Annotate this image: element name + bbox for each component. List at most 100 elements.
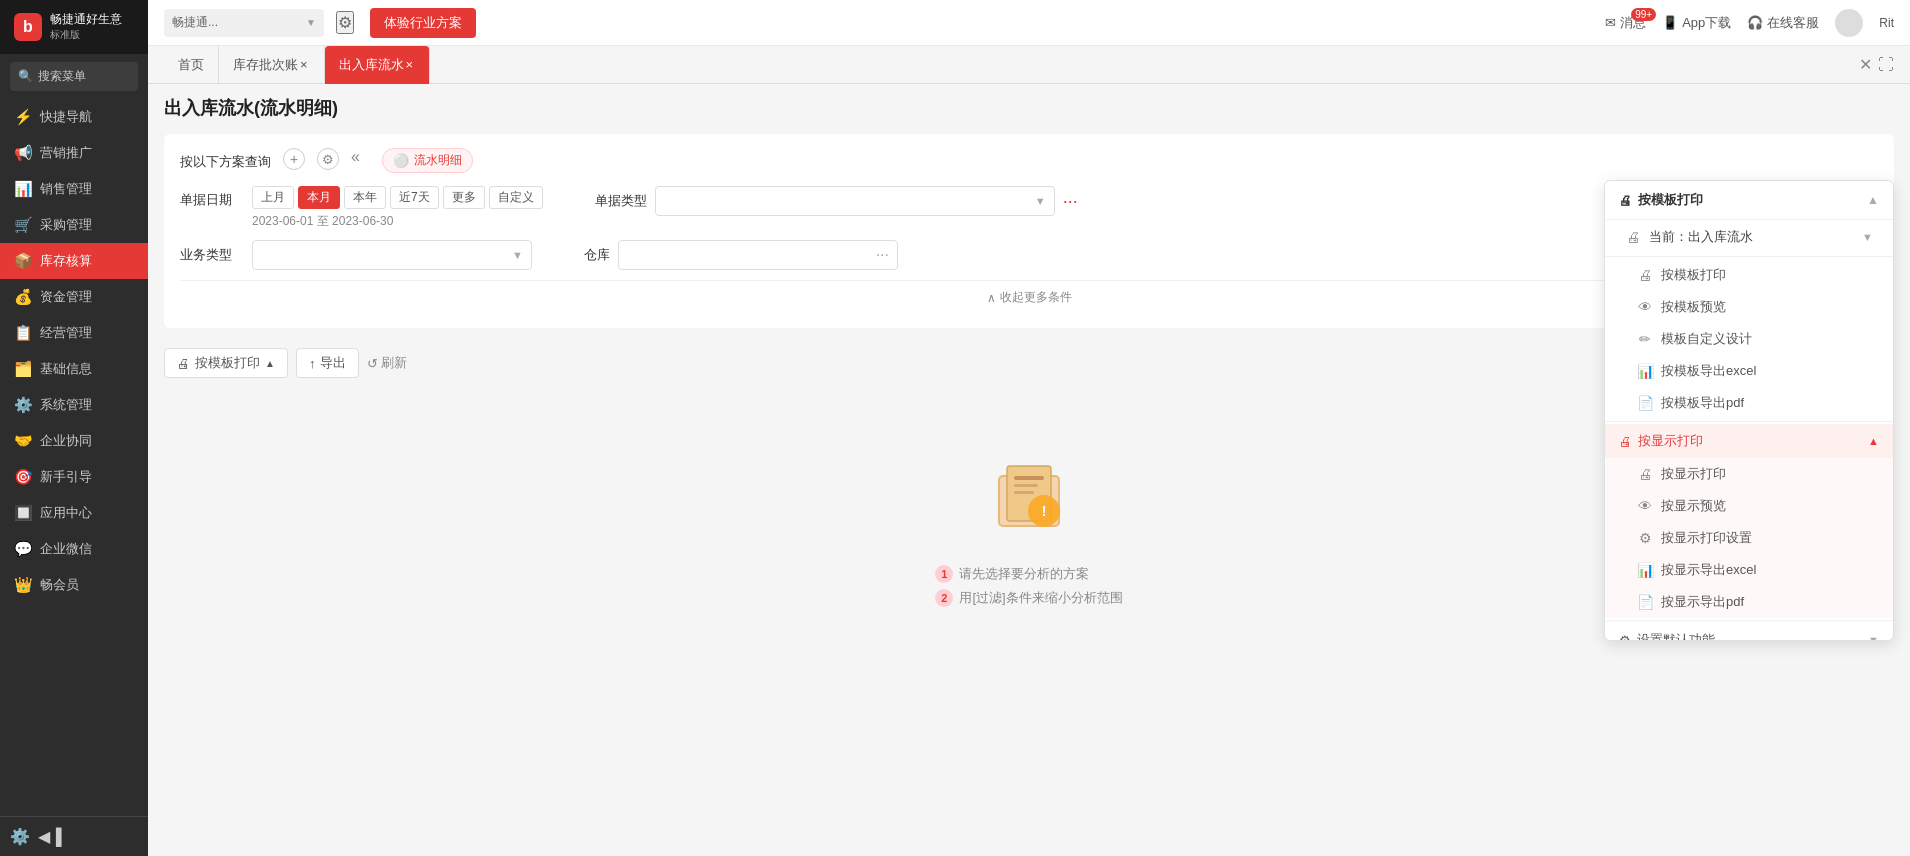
date-btn-this-month[interactable]: 本月 — [298, 186, 340, 209]
search-menu-button[interactable]: 🔍 搜索菜单 — [10, 62, 138, 91]
date-range-display: 2023-06-01 至 2023-06-30 — [252, 213, 543, 230]
tab-batch-account-close[interactable]: × — [298, 57, 310, 72]
member-icon: 👑 — [14, 576, 32, 594]
header-gear-button[interactable]: ⚙ — [336, 11, 354, 34]
tab-close-all-button[interactable]: ✕ — [1859, 55, 1872, 74]
tab-batch-account[interactable]: 库存批次账 × — [219, 46, 325, 84]
sidebar-label-system: 系统管理 — [40, 396, 92, 414]
sidebar-settings-button[interactable]: ⚙️ — [10, 827, 28, 846]
dp-display-preview[interactable]: 👁 按显示预览 — [1605, 490, 1893, 522]
dp-divider-1 — [1605, 256, 1893, 257]
sidebar-item-operations[interactable]: 📋 经营管理 — [0, 315, 148, 351]
date-btn-custom[interactable]: 自定义 — [489, 186, 543, 209]
dp-template-preview-label: 按模板预览 — [1661, 298, 1726, 316]
empty-steps-list: 1 请先选择要分析的方案 2 用[过滤]条件来缩小分析范围 — [935, 565, 1122, 613]
tab-inout-flow[interactable]: 出入库流水 × — [325, 46, 431, 84]
tag-icon: ⚪ — [393, 153, 409, 168]
user-selector[interactable]: 畅捷通... ▼ — [164, 9, 324, 37]
sidebar-item-app-center[interactable]: 🔲 应用中心 — [0, 495, 148, 531]
page-title: 出入库流水(流水明细) — [164, 96, 1894, 120]
dp-display-title: 按显示打印 — [1638, 432, 1703, 450]
dp-display-pdf[interactable]: 📄 按显示导出pdf — [1605, 586, 1893, 618]
dp-display-print[interactable]: 🖨 按显示打印 — [1605, 458, 1893, 490]
dp-display-label: 🖨 按显示打印 — [1619, 432, 1703, 450]
sidebar-item-base-info[interactable]: 🗂️ 基础信息 — [0, 351, 148, 387]
date-btn-this-year[interactable]: 本年 — [344, 186, 386, 209]
tag-label: 流水明细 — [414, 152, 462, 169]
sidebar-bottom: ⚙️ ◀▐ — [0, 816, 148, 856]
empty-icon: ! — [979, 446, 1079, 549]
user-avatar[interactable] — [1835, 9, 1863, 37]
warehouse-label: 仓库 — [584, 246, 610, 264]
message-button[interactable]: ✉ 消息 99+ — [1605, 14, 1646, 32]
warehouse-filter: 仓库 ··· — [584, 240, 898, 270]
sidebar-item-wechat[interactable]: 💬 企业微信 — [0, 531, 148, 567]
dp-template-print-label: 按模板打印 — [1661, 266, 1726, 284]
dp-template-print[interactable]: 🖨 按模板打印 — [1605, 259, 1893, 291]
dp-template-pdf-icon: 📄 — [1637, 395, 1653, 411]
sidebar: b 畅捷通好生意 标准版 🔍 搜索菜单 ⚡ 快捷导航 📢 营销推广 📊 销售管理… — [0, 0, 148, 856]
sidebar-item-collab[interactable]: 🤝 企业协同 — [0, 423, 148, 459]
operations-icon: 📋 — [14, 324, 32, 342]
dp-display-arrow-icon: ▲ — [1868, 435, 1879, 447]
doc-type-select[interactable]: ▼ — [655, 186, 1055, 216]
sidebar-item-purchase[interactable]: 🛒 采购管理 — [0, 207, 148, 243]
refresh-button[interactable]: ↺ 刷新 — [367, 354, 407, 372]
step2-text: 用[过滤]条件来缩小分析范围 — [959, 589, 1122, 607]
dp-display-excel[interactable]: 📊 按显示导出excel — [1605, 554, 1893, 586]
sidebar-item-inventory[interactable]: 📦 库存核算 — [0, 243, 148, 279]
phone-icon: 📱 — [1662, 15, 1678, 30]
dp-template-design[interactable]: ✏ 模板自定义设计 — [1605, 323, 1893, 355]
tab-home[interactable]: 首页 — [164, 46, 219, 84]
dp-display-section-header[interactable]: 🖨 按显示打印 ▲ — [1605, 424, 1893, 458]
dp-title: 🖨 按模板打印 — [1619, 191, 1703, 209]
date-btn-7days[interactable]: 近7天 — [390, 186, 439, 209]
dp-header: 🖨 按模板打印 ▲ — [1605, 181, 1893, 220]
biz-type-select[interactable]: ▼ — [252, 240, 532, 270]
tab-inout-flow-close[interactable]: × — [404, 57, 416, 72]
dp-template-excel[interactable]: 📊 按模板导出excel — [1605, 355, 1893, 387]
date-btn-more[interactable]: 更多 — [443, 186, 485, 209]
sidebar-label-base-info: 基础信息 — [40, 360, 92, 378]
dp-collapse-arrow-icon[interactable]: ▲ — [1867, 193, 1879, 207]
app-download-button[interactable]: 📱 App下载 — [1662, 14, 1731, 32]
date-btn-last-month[interactable]: 上月 — [252, 186, 294, 209]
filter-settings-button[interactable]: ⚙ — [317, 148, 339, 170]
tab-batch-account-label: 库存批次账 — [233, 56, 298, 74]
online-service-button[interactable]: 🎧 在线客服 — [1747, 14, 1819, 32]
dp-template-print-icon: 🖨 — [1637, 267, 1653, 283]
print-up-arrow: ▲ — [265, 358, 275, 369]
sidebar-item-marketing[interactable]: 📢 营销推广 — [0, 135, 148, 171]
sidebar-label-wechat: 企业微信 — [40, 540, 92, 558]
dp-footer[interactable]: ⚙ 设置默认功能 ▼ — [1605, 623, 1893, 640]
filter-add-button[interactable]: + — [283, 148, 305, 170]
collab-icon: 🤝 — [14, 432, 32, 450]
warehouse-more-icon[interactable]: ··· — [876, 246, 889, 264]
warehouse-select[interactable]: ··· — [618, 240, 898, 270]
dp-current-template[interactable]: 🖨 当前：出入库流水 ▼ — [1605, 220, 1893, 254]
sidebar-item-guide[interactable]: 🎯 新手引导 — [0, 459, 148, 495]
sidebar-item-sales[interactable]: 📊 销售管理 — [0, 171, 148, 207]
export-button[interactable]: ↑ 导出 — [296, 348, 360, 378]
sidebar-item-quick-nav[interactable]: ⚡ 快捷导航 — [0, 99, 148, 135]
collapse-more-button[interactable]: ∧ 收起更多条件 — [987, 289, 1072, 306]
doc-type-more-icon[interactable]: ··· — [1063, 191, 1078, 212]
sidebar-item-system[interactable]: ⚙️ 系统管理 — [0, 387, 148, 423]
dp-display-settings[interactable]: ⚙ 按显示打印设置 — [1605, 522, 1893, 554]
dp-display-print-label: 按显示打印 — [1661, 465, 1726, 483]
sidebar-item-member[interactable]: 👑 畅会员 — [0, 567, 148, 603]
step1-text: 请先选择要分析的方案 — [959, 565, 1089, 583]
print-template-button[interactable]: 🖨 按模板打印 ▲ — [164, 348, 288, 378]
marketing-icon: 📢 — [14, 144, 32, 162]
dp-template-preview[interactable]: 👁 按模板预览 — [1605, 291, 1893, 323]
dp-template-pdf-label: 按模板导出pdf — [1661, 394, 1744, 412]
sidebar-label-app-center: 应用中心 — [40, 504, 92, 522]
tab-expand-button[interactable]: ⛶ — [1878, 56, 1894, 74]
sidebar-collapse-button[interactable]: ◀▐ — [38, 827, 61, 846]
filter-tag[interactable]: ⚪ 流水明细 — [382, 148, 473, 173]
sidebar-item-finance[interactable]: 💰 资金管理 — [0, 279, 148, 315]
dp-template-pdf[interactable]: 📄 按模板导出pdf — [1605, 387, 1893, 419]
trial-btn[interactable]: 体验行业方案 — [370, 8, 476, 38]
filter-collapse-button[interactable]: « — [351, 148, 360, 166]
dp-title-label: 按模板打印 — [1638, 191, 1703, 209]
